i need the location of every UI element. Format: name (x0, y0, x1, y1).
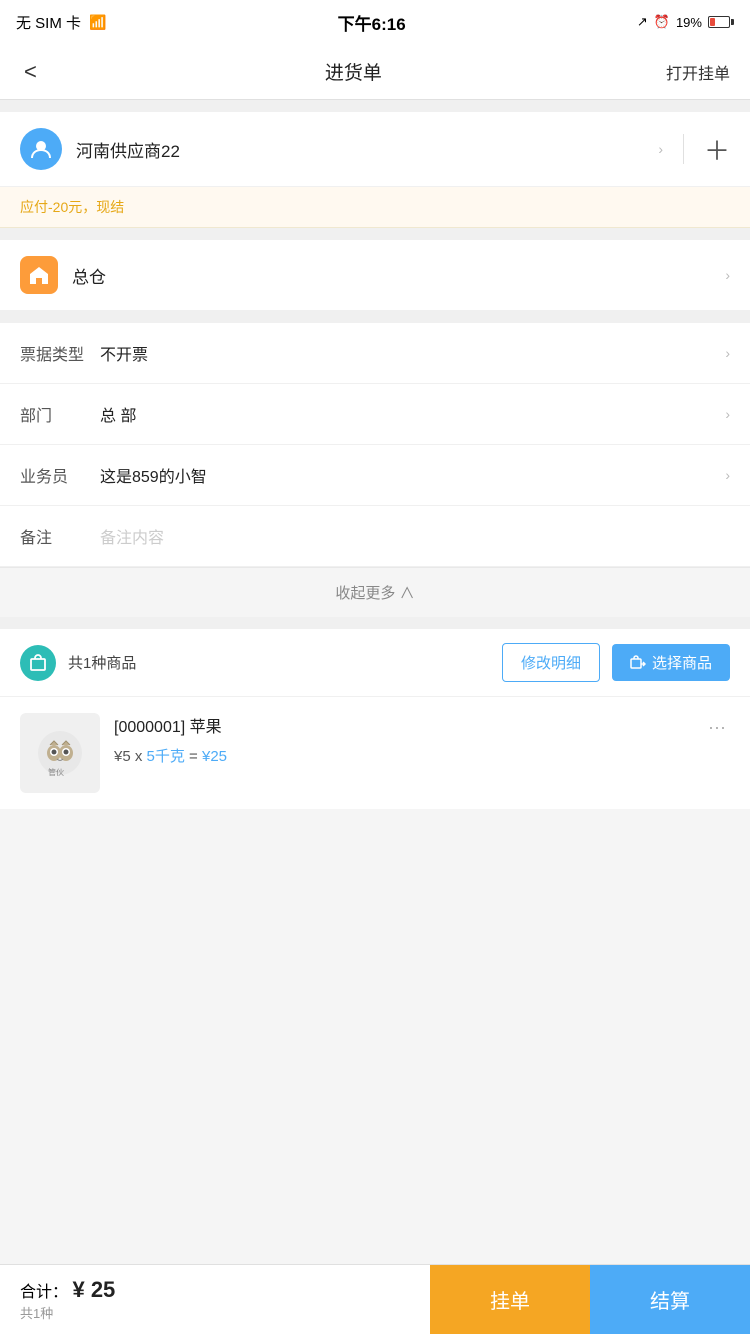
bottom-spacer (0, 809, 750, 829)
hang-button[interactable]: 挂单 (430, 1265, 590, 1334)
supplier-v-divider (683, 134, 684, 164)
total-row: 合计： ¥ 25 (20, 1277, 410, 1303)
salesman-row[interactable]: 业务员 这是859的小智 › (0, 445, 750, 506)
notice-text: 应付-20元，现结 (20, 199, 124, 215)
top-divider (0, 100, 750, 112)
warehouse-name: 总仓 (72, 263, 725, 288)
supplier-name: 河南供应商22 (76, 137, 658, 162)
product-more-button[interactable]: ··· (704, 713, 730, 742)
location-icon: ↗ (637, 14, 648, 30)
warehouse-section: 总仓 › (0, 240, 750, 311)
carrier-label: 无 SIM 卡 (16, 12, 81, 33)
wifi-icon: 📶 (89, 14, 106, 31)
notice-bar: 应付-20元，现结 (0, 187, 750, 228)
status-left: 无 SIM 卡 📶 (16, 12, 106, 33)
product-count-icon (20, 645, 56, 681)
settle-button[interactable]: 结算 (590, 1265, 750, 1334)
divider-1 (0, 228, 750, 240)
remark-label: 备注 (20, 524, 100, 548)
product-equals: = (189, 748, 202, 765)
ticket-row[interactable]: 票据类型 不开票 › (0, 323, 750, 384)
total-sub: 共1种 (20, 1303, 410, 1322)
product-price: ¥5 x 5千克 = ¥25 (114, 745, 690, 766)
warehouse-row[interactable]: 总仓 › (0, 240, 750, 311)
divider-3 (0, 617, 750, 629)
open-hang-button[interactable]: 打开挂单 (666, 60, 730, 84)
total-label: 合计： (20, 1284, 68, 1301)
remark-row[interactable]: 备注 备注内容 (0, 506, 750, 567)
product-code: [0000001] (114, 719, 185, 736)
ticket-value: 不开票 (100, 341, 725, 365)
status-time: 下午6:16 (338, 10, 406, 35)
product-thumbnail: 管伙 (20, 713, 100, 793)
product-section: 共1种商品 修改明细 选择商品 (0, 629, 750, 809)
supplier-row[interactable]: 河南供应商22 › ＋ (0, 112, 750, 187)
remark-value[interactable]: 备注内容 (100, 524, 730, 548)
form-section: 票据类型 不开票 › 部门 总 部 › 业务员 这是859的小智 › 备注 备注… (0, 323, 750, 567)
battery-icon (708, 16, 734, 28)
salesman-chevron-icon: › (725, 467, 730, 483)
page-title: 进货单 (325, 58, 382, 85)
supplier-section: 河南供应商22 › ＋ 应付-20元，现结 (0, 112, 750, 228)
product-qty: 5千克 (147, 748, 185, 765)
collapse-row[interactable]: 收起更多 ∧ (0, 567, 750, 617)
supplier-chevron-icon: › (658, 141, 663, 157)
back-button[interactable]: < (20, 55, 41, 89)
alarm-icon: ⏰ (654, 14, 670, 30)
dept-row[interactable]: 部门 总 部 › (0, 384, 750, 445)
product-info: [0000001] 苹果 ¥5 x 5千克 = ¥25 (114, 713, 690, 766)
warehouse-chevron-icon: › (725, 267, 730, 283)
dept-value: 总 部 (100, 402, 725, 426)
battery-pct: 19% (676, 15, 702, 30)
salesman-label: 业务员 (20, 463, 100, 487)
product-header: 共1种商品 修改明细 选择商品 (0, 629, 750, 696)
dept-chevron-icon: › (725, 406, 730, 422)
status-right: ↗ ⏰ 19% (637, 14, 734, 30)
product-total: ¥25 (202, 748, 227, 765)
salesman-value: 这是859的小智 (100, 463, 725, 487)
total-section: 合计： ¥ 25 共1种 (0, 1265, 430, 1334)
product-multiply: x (135, 748, 147, 765)
status-bar: 无 SIM 卡 📶 下午6:16 ↗ ⏰ 19% (0, 0, 750, 44)
edit-detail-button[interactable]: 修改明细 (502, 643, 600, 682)
dept-label: 部门 (20, 402, 100, 426)
collapse-label: 收起更多 ∧ (335, 582, 414, 603)
nav-bar: < 进货单 打开挂单 (0, 44, 750, 100)
ticket-label: 票据类型 (20, 341, 100, 365)
warehouse-icon (20, 256, 58, 294)
product-name: [0000001] 苹果 (114, 713, 690, 737)
supplier-add-button[interactable]: ＋ (704, 131, 730, 168)
supplier-avatar (20, 128, 62, 170)
product-unit-price: ¥5 (114, 748, 131, 765)
divider-2 (0, 311, 750, 323)
bottom-bar: 合计： ¥ 25 共1种 挂单 结算 (0, 1264, 750, 1334)
product-title: 苹果 (190, 719, 222, 736)
svg-text:管伙: 管伙 (48, 767, 64, 777)
total-amount: ¥ 25 (72, 1277, 115, 1302)
product-item: 管伙 [0000001] 苹果 ¥5 x 5千克 = ¥25 ··· (0, 696, 750, 809)
ticket-chevron-icon: › (725, 345, 730, 361)
product-count-text: 共1种商品 (68, 652, 490, 673)
choose-product-label: 选择商品 (652, 652, 712, 673)
choose-product-button[interactable]: 选择商品 (612, 644, 730, 681)
